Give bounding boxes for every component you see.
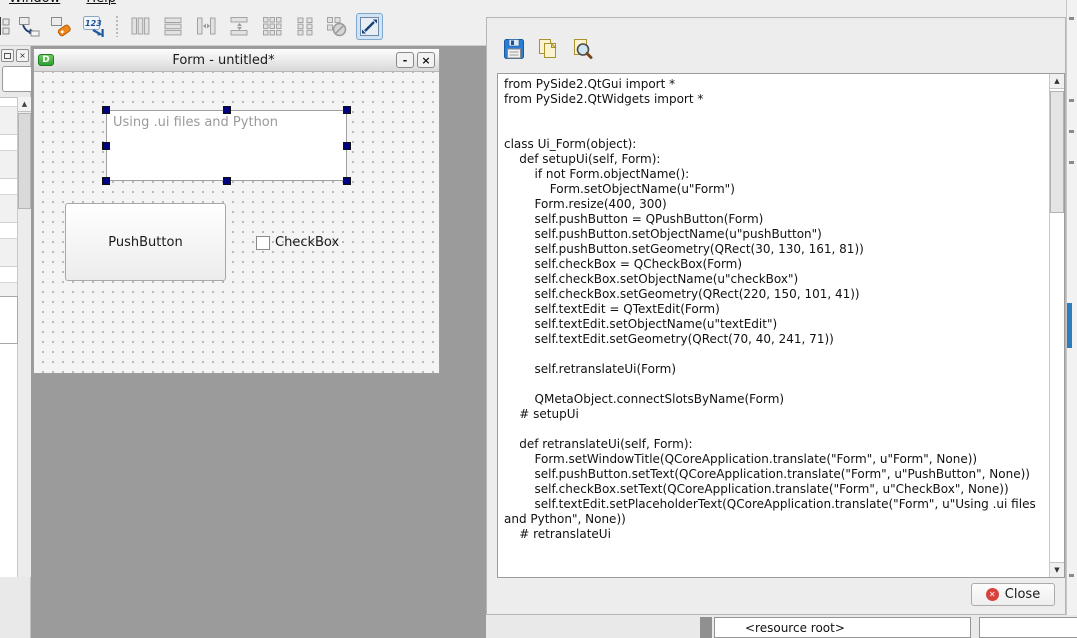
scrollbar-thumb[interactable] <box>18 113 31 209</box>
form-editor-window: D Form - untitled* - × Using .ui files a… <box>33 48 440 374</box>
right-panel-accent <box>1067 303 1072 348</box>
resource-root-label: <resource root> <box>745 621 845 635</box>
layout-form-icon[interactable] <box>292 13 319 40</box>
generated-python-code[interactable]: from PySide2.QtGui import * from PySide2… <box>504 77 1046 542</box>
adjust-size-icon[interactable] <box>356 13 383 40</box>
widget-category-row[interactable] <box>0 194 17 223</box>
close-icon[interactable]: × <box>16 49 29 62</box>
dock-fragment <box>700 617 712 638</box>
pushbutton-label: PushButton <box>108 235 182 250</box>
layout-vertical-icon[interactable] <box>160 13 187 40</box>
scroll-down-icon[interactable]: ▼ <box>1050 562 1064 577</box>
break-layout-icon[interactable] <box>323 13 350 40</box>
code-scrollbar[interactable]: ▲ ▼ <box>1049 74 1064 577</box>
widget-list-scrollbar[interactable]: ▲ <box>17 97 31 577</box>
widget-category-row[interactable] <box>0 238 17 267</box>
resize-handle[interactable] <box>223 177 231 185</box>
layout-split-horizontal-icon[interactable] <box>193 13 220 40</box>
close-button[interactable]: × <box>417 52 435 68</box>
resource-panel-fragment <box>979 617 1077 638</box>
form-window-title: Form - untitled* <box>54 53 393 68</box>
layout-horizontal-icon[interactable] <box>127 13 154 40</box>
code-view[interactable]: from PySide2.QtGui import * from PySide2… <box>497 73 1065 578</box>
widget-box-panel: × ▲ <box>0 46 31 638</box>
resize-handle[interactable] <box>343 106 351 114</box>
right-edge-panel <box>1066 0 1077 638</box>
pushbutton-widget[interactable]: PushButton <box>65 203 226 281</box>
scroll-up-icon[interactable]: ▲ <box>1050 74 1064 89</box>
widget-filter-input[interactable] <box>2 66 34 92</box>
designer-form-icon: D <box>38 54 54 66</box>
resize-handle[interactable] <box>223 106 231 114</box>
checkbox-label: CheckBox <box>275 235 339 250</box>
form-window-titlebar[interactable]: D Form - untitled* - × <box>34 49 439 72</box>
edit-widgets-icon[interactable] <box>0 13 13 40</box>
resize-handle[interactable] <box>102 106 110 114</box>
resource-root-item[interactable]: <resource root> <box>714 617 971 638</box>
copy-icon[interactable] <box>535 36 561 62</box>
close-button-label: Close <box>1005 587 1040 602</box>
resize-handle[interactable] <box>343 177 351 185</box>
edit-buddies-icon[interactable] <box>48 13 75 40</box>
scroll-up-icon[interactable]: ▲ <box>18 97 31 112</box>
toolbar-separator <box>116 16 118 37</box>
close-circle-icon: ✕ <box>986 588 999 601</box>
textedit-widget[interactable]: Using .ui files and Python <box>106 110 347 181</box>
layout-split-vertical-icon[interactable] <box>226 13 253 40</box>
float-icon[interactable] <box>1 49 14 62</box>
edit-signals-slots-icon[interactable] <box>16 13 43 40</box>
minimize-button[interactable]: - <box>396 52 414 68</box>
form-canvas[interactable]: Using .ui files and Python PushButton Ch… <box>34 72 439 373</box>
code-preview-dialog: from PySide2.QtGui import * from PySide2… <box>486 17 1066 615</box>
edit-tab-order-icon[interactable]: 123 <box>80 13 107 40</box>
resize-handle[interactable] <box>102 177 110 185</box>
save-icon[interactable] <box>501 36 527 62</box>
resize-handle[interactable] <box>343 142 351 150</box>
dialog-close-button[interactable]: ✕ Close <box>971 583 1055 606</box>
find-icon[interactable] <box>569 36 595 62</box>
checkbox-widget[interactable]: CheckBox <box>256 222 357 263</box>
tab-order-123-text: 123 <box>85 19 102 28</box>
widget-category-row[interactable] <box>0 106 17 135</box>
checkbox-box[interactable] <box>256 236 270 250</box>
scrollbar-thumb[interactable] <box>1050 91 1064 213</box>
textedit-placeholder: Using .ui files and Python <box>107 111 346 134</box>
bottom-dock-strip: <resource root> <box>486 615 1077 638</box>
resize-handle[interactable] <box>102 142 110 150</box>
panel-fragment <box>0 296 18 344</box>
widget-category-row[interactable] <box>0 150 17 179</box>
layout-grid-icon[interactable] <box>259 13 286 40</box>
